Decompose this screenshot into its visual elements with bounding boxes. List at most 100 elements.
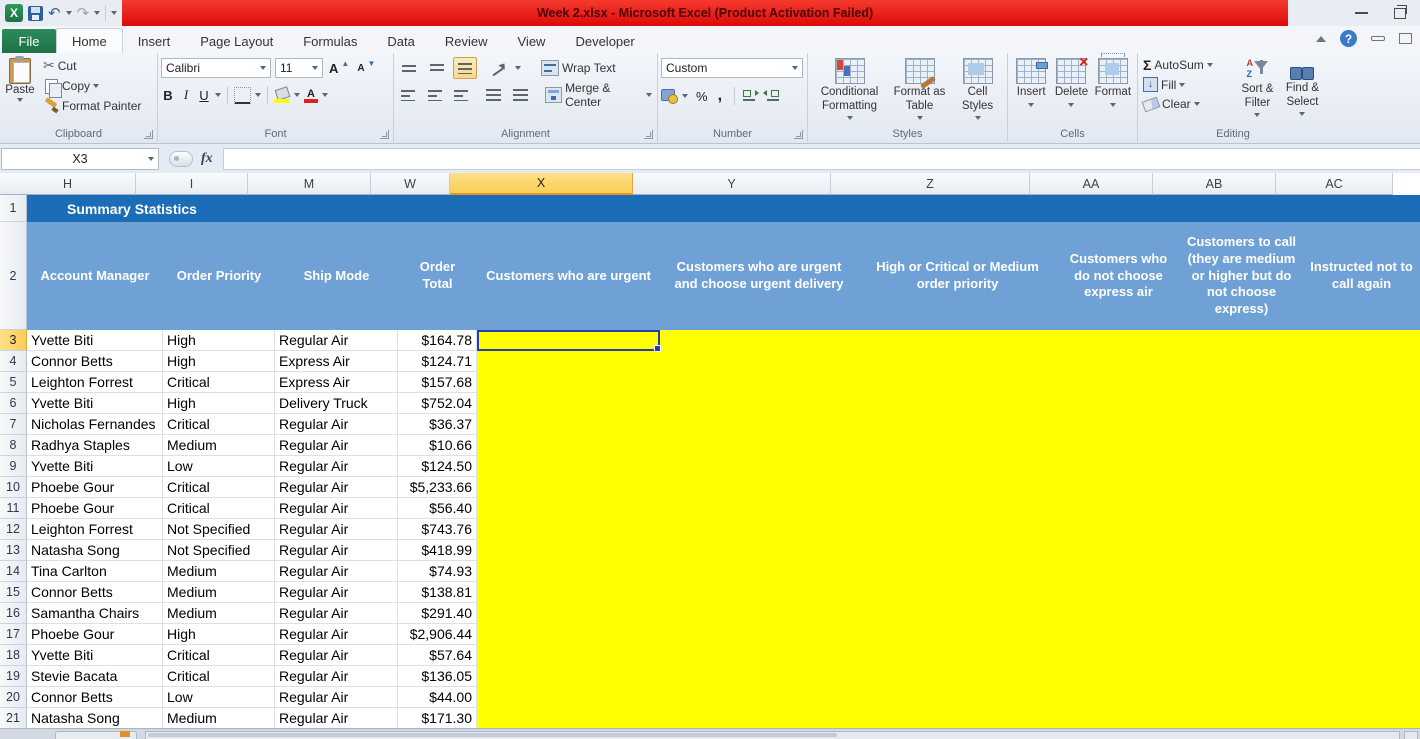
cell-W19[interactable]: $136.05: [398, 666, 477, 687]
cell-AA15[interactable]: [1057, 582, 1180, 603]
percent-style-button[interactable]: %: [696, 89, 708, 104]
cell-Z19[interactable]: [858, 666, 1057, 687]
cell-M16[interactable]: Regular Air: [275, 603, 398, 624]
conditional-formatting-dropdown-icon[interactable]: [846, 115, 853, 120]
borders-icon[interactable]: [234, 86, 251, 104]
cell-AA3[interactable]: [1057, 330, 1180, 351]
cell-X10[interactable]: [477, 477, 660, 498]
cell-H16[interactable]: Samantha Chairs: [27, 603, 163, 624]
cell-Z16[interactable]: [858, 603, 1057, 624]
cell-Y7[interactable]: [660, 414, 858, 435]
cell-Y11[interactable]: [660, 498, 858, 519]
tab-formulas[interactable]: Formulas: [288, 29, 372, 53]
row-header-4[interactable]: 4: [0, 351, 27, 372]
cell-X21[interactable]: [477, 708, 660, 729]
cell-M11[interactable]: Regular Air: [275, 498, 398, 519]
cell-M12[interactable]: Regular Air: [275, 519, 398, 540]
cell-H9[interactable]: Yvette Biti: [27, 456, 163, 477]
cell-AC21[interactable]: [1303, 708, 1420, 729]
decrease-indent-button[interactable]: [482, 84, 504, 106]
cell-AC5[interactable]: [1303, 372, 1420, 393]
cell-Z5[interactable]: [858, 372, 1057, 393]
delete-cells-button[interactable]: Delete: [1051, 56, 1091, 124]
cell-M5[interactable]: Express Air: [275, 372, 398, 393]
cell-Y3[interactable]: [660, 330, 858, 351]
cell-H12[interactable]: Leighton Forrest: [27, 519, 163, 540]
save-icon[interactable]: [28, 5, 43, 21]
cell-H11[interactable]: Phoebe Gour: [27, 498, 163, 519]
fill-button[interactable]: ↓ Fill: [1141, 76, 1235, 93]
cell-AC3[interactable]: [1303, 330, 1420, 351]
cell-Y15[interactable]: [660, 582, 858, 603]
cell-styles-dropdown-icon[interactable]: [974, 115, 981, 120]
cell-Z11[interactable]: [858, 498, 1057, 519]
cell-X15[interactable]: [477, 582, 660, 603]
row-header-5[interactable]: 5: [0, 372, 27, 393]
merge-center-dropdown-icon[interactable]: [646, 93, 653, 97]
cell-W12[interactable]: $743.76: [398, 519, 477, 540]
cell-AB10[interactable]: [1180, 477, 1303, 498]
column-header-M[interactable]: M: [248, 173, 371, 195]
row-header-3[interactable]: 3: [0, 330, 27, 351]
cell-M17[interactable]: Regular Air: [275, 624, 398, 645]
decrease-decimal-icon[interactable]: [763, 89, 782, 103]
cell-AB14[interactable]: [1180, 561, 1303, 582]
cell-AC12[interactable]: [1303, 519, 1420, 540]
cell-W9[interactable]: $124.50: [398, 456, 477, 477]
fill-dropdown-icon[interactable]: [1179, 82, 1186, 87]
cell-M6[interactable]: Delivery Truck: [275, 393, 398, 414]
cell-Y12[interactable]: [660, 519, 858, 540]
cell-AA18[interactable]: [1057, 645, 1180, 666]
format-as-table-button[interactable]: Format as Table: [891, 56, 949, 124]
cell-M15[interactable]: Regular Air: [275, 582, 398, 603]
cell-AB7[interactable]: [1180, 414, 1303, 435]
cell-Z8[interactable]: [858, 435, 1057, 456]
number-dialog-launcher-icon[interactable]: [794, 130, 803, 139]
cell-W14[interactable]: $74.93: [398, 561, 477, 582]
cell-AC19[interactable]: [1303, 666, 1420, 687]
autosum-button[interactable]: Σ AutoSum: [1141, 56, 1235, 74]
cell-AB11[interactable]: [1180, 498, 1303, 519]
cell-Z21[interactable]: [858, 708, 1057, 729]
cell-M19[interactable]: Regular Air: [275, 666, 398, 687]
cut-button[interactable]: ✂ Cut: [41, 56, 143, 75]
conditional-formatting-button[interactable]: Conditional Formatting: [814, 56, 886, 124]
clipboard-dialog-launcher-icon[interactable]: [144, 130, 153, 139]
cell-X19[interactable]: [477, 666, 660, 687]
cell-AC13[interactable]: [1303, 540, 1420, 561]
cell-AC18[interactable]: [1303, 645, 1420, 666]
cell-AC9[interactable]: [1303, 456, 1420, 477]
column-header-Z[interactable]: Z: [831, 173, 1030, 195]
cell-M20[interactable]: Regular Air: [275, 687, 398, 708]
cell-Y4[interactable]: [660, 351, 858, 372]
cell-X11[interactable]: [477, 498, 660, 519]
accounting-dropdown-icon[interactable]: [682, 94, 688, 98]
cell-AA20[interactable]: [1057, 687, 1180, 708]
font-dialog-launcher-icon[interactable]: [380, 130, 389, 139]
paste-dropdown-icon[interactable]: [17, 98, 23, 102]
cell-AC16[interactable]: [1303, 603, 1420, 624]
cell-X17[interactable]: [477, 624, 660, 645]
clear-dropdown-icon[interactable]: [1193, 102, 1200, 106]
cell-Z6[interactable]: [858, 393, 1057, 414]
bold-button[interactable]: B: [161, 88, 175, 103]
cell-H17[interactable]: Phoebe Gour: [27, 624, 163, 645]
row-header-12[interactable]: 12: [0, 519, 27, 540]
align-left-button[interactable]: [397, 84, 419, 106]
cell-I7[interactable]: Critical: [163, 414, 275, 435]
row-header-1[interactable]: 1: [0, 195, 27, 222]
row-header-15[interactable]: 15: [0, 582, 27, 603]
cell-AA9[interactable]: [1057, 456, 1180, 477]
row-header-11[interactable]: 11: [0, 498, 27, 519]
format-painter-button[interactable]: Format Painter: [41, 97, 143, 115]
cell-Z18[interactable]: [858, 645, 1057, 666]
font-size-combo[interactable]: 11: [275, 58, 323, 78]
cell-AB3[interactable]: [1180, 330, 1303, 351]
row-header-21[interactable]: 21: [0, 708, 27, 729]
cell-AB21[interactable]: [1180, 708, 1303, 729]
increase-decimal-icon[interactable]: [741, 89, 760, 103]
borders-dropdown-icon[interactable]: [255, 93, 261, 97]
cell-AB8[interactable]: [1180, 435, 1303, 456]
font-color-icon[interactable]: A: [304, 88, 318, 103]
cell-X7[interactable]: [477, 414, 660, 435]
